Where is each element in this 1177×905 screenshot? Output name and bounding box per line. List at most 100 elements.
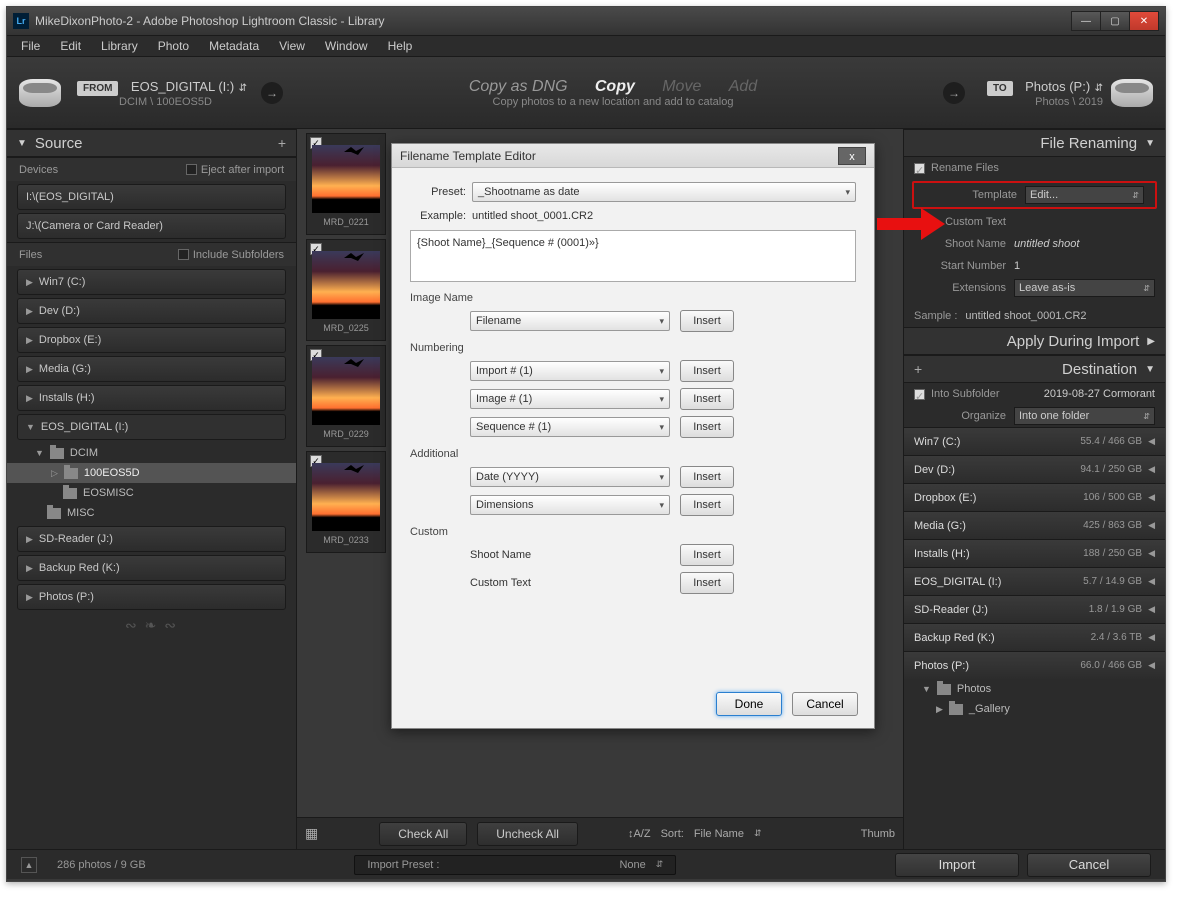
menu-window[interactable]: Window bbox=[315, 36, 378, 56]
maximize-button[interactable]: ▢ bbox=[1100, 11, 1130, 31]
dest-volume[interactable]: Backup Red (K:)2.4 / 3.6 TB◀ bbox=[904, 623, 1165, 651]
insert-button[interactable]: Insert bbox=[680, 388, 734, 410]
include-subfolders-checkbox[interactable] bbox=[178, 249, 189, 260]
vol-p[interactable]: ▶Photos (P:) bbox=[17, 584, 286, 610]
source-header[interactable]: ▼Source+ bbox=[7, 129, 296, 157]
uncheck-all-button[interactable]: Uncheck All bbox=[477, 822, 578, 846]
menu-photo[interactable]: Photo bbox=[148, 36, 199, 56]
additional-dimensions-dropdown[interactable]: Dimensions▾ bbox=[470, 495, 670, 515]
add-destination-icon[interactable]: + bbox=[914, 361, 922, 377]
done-button[interactable]: Done bbox=[716, 692, 782, 716]
dest-tree-gallery[interactable]: ▶_Gallery bbox=[904, 699, 1165, 719]
dialog-cancel-button[interactable]: Cancel bbox=[792, 692, 858, 716]
vol-eos-expanded[interactable]: ▼EOS_DIGITAL (I:) bbox=[17, 414, 286, 440]
shoot-name-field[interactable]: untitled shoot bbox=[1014, 238, 1155, 250]
dialog-close-button[interactable]: x bbox=[838, 147, 866, 165]
insert-button[interactable]: Insert bbox=[680, 494, 734, 516]
mode-move: Move bbox=[662, 78, 701, 96]
dest-volume[interactable]: Installs (H:)188 / 250 GB◀ bbox=[904, 539, 1165, 567]
menu-help[interactable]: Help bbox=[378, 36, 423, 56]
to-arrow-icon[interactable]: → bbox=[943, 82, 965, 104]
insert-button[interactable]: Insert bbox=[680, 310, 734, 332]
dest-volume[interactable]: Media (G:)425 / 863 GB◀ bbox=[904, 511, 1165, 539]
check-all-button[interactable]: Check All bbox=[379, 822, 467, 846]
menu-file[interactable]: File bbox=[11, 36, 50, 56]
menu-view[interactable]: View bbox=[269, 36, 315, 56]
numbering-import-dropdown[interactable]: Import # (1)▾ bbox=[470, 361, 670, 381]
vol-k[interactable]: ▶Backup Red (K:) bbox=[17, 555, 286, 581]
preset-dropdown[interactable]: _Shootname as date▾ bbox=[472, 182, 856, 202]
dest-volume[interactable]: EOS_DIGITAL (I:)5.7 / 14.9 GB◀ bbox=[904, 567, 1165, 595]
tree-dcim[interactable]: ▼DCIM bbox=[7, 443, 296, 463]
thumbnail-icon bbox=[312, 145, 380, 213]
thumb-cell[interactable]: ✓MRD_0221 bbox=[306, 133, 386, 235]
thumbnail-icon bbox=[312, 251, 380, 319]
insert-button[interactable]: Insert bbox=[680, 544, 734, 566]
menu-metadata[interactable]: Metadata bbox=[199, 36, 269, 56]
from-arrow-icon[interactable]: → bbox=[261, 82, 283, 104]
dest-volume[interactable]: Dev (D:)94.1 / 250 GB◀ bbox=[904, 455, 1165, 483]
annotation-arrow bbox=[877, 212, 947, 236]
tree-eosmisc[interactable]: EOSMISC bbox=[7, 483, 296, 503]
rename-files-checkbox[interactable]: ✓ bbox=[914, 163, 925, 174]
titlebar[interactable]: Lr MikeDixonPhoto-2 - Adobe Photoshop Li… bbox=[7, 7, 1165, 35]
to-path: Photos \ 2019 bbox=[979, 96, 1103, 108]
collapse-icon[interactable]: ▲ bbox=[21, 857, 37, 873]
destination-header[interactable]: +Destination▼ bbox=[904, 355, 1165, 383]
bottom-bar: ▲ 286 photos / 9 GB Import Preset : None… bbox=[7, 849, 1165, 879]
additional-date-dropdown[interactable]: Date (YYYY)▾ bbox=[470, 467, 670, 487]
to-title[interactable]: Photos (P:) bbox=[1025, 79, 1090, 94]
vol-c[interactable]: ▶Win7 (C:) bbox=[17, 269, 286, 295]
sample-output: untitled shoot_0001.CR2 bbox=[965, 310, 1086, 322]
imagename-dropdown[interactable]: Filename▾ bbox=[470, 311, 670, 331]
mode-copy-as-dng[interactable]: Copy as DNG bbox=[469, 78, 568, 96]
insert-button[interactable]: Insert bbox=[680, 360, 734, 382]
thumb-cell[interactable]: ✓MRD_0233 bbox=[306, 451, 386, 553]
dest-volume[interactable]: Photos (P:)66.0 / 466 GB◀ bbox=[904, 651, 1165, 679]
file-renaming-header[interactable]: File Renaming▼ bbox=[904, 129, 1165, 157]
add-source-icon[interactable]: + bbox=[278, 135, 286, 151]
mode-copy[interactable]: Copy bbox=[595, 78, 635, 96]
import-preset-value[interactable]: None bbox=[619, 859, 645, 871]
template-dropdown[interactable]: Edit...⇵ bbox=[1025, 186, 1144, 204]
to-badge: TO bbox=[987, 81, 1013, 96]
import-button[interactable]: Import bbox=[895, 853, 1019, 877]
sort-value[interactable]: File Name bbox=[694, 828, 744, 840]
extensions-dropdown[interactable]: Leave as-is⇵ bbox=[1014, 279, 1155, 297]
dest-volume[interactable]: Dropbox (E:)106 / 500 GB◀ bbox=[904, 483, 1165, 511]
dest-volume[interactable]: SD-Reader (J:)1.8 / 1.9 GB◀ bbox=[904, 595, 1165, 623]
apply-during-import-header[interactable]: Apply During Import▶ bbox=[904, 327, 1165, 355]
thumb-cell[interactable]: ✓MRD_0225 bbox=[306, 239, 386, 341]
vol-h[interactable]: ▶Installs (H:) bbox=[17, 385, 286, 411]
minimize-button[interactable]: — bbox=[1071, 11, 1101, 31]
close-button[interactable]: ✕ bbox=[1129, 11, 1159, 31]
from-title[interactable]: EOS_DIGITAL (I:) bbox=[131, 79, 234, 94]
numbering-image-dropdown[interactable]: Image # (1)▾ bbox=[470, 389, 670, 409]
eject-checkbox[interactable] bbox=[186, 164, 197, 175]
vol-d[interactable]: ▶Dev (D:) bbox=[17, 298, 286, 324]
vol-g[interactable]: ▶Media (G:) bbox=[17, 356, 286, 382]
numbering-sequence-dropdown[interactable]: Sequence # (1)▾ bbox=[470, 417, 670, 437]
device-eos[interactable]: I:\(EOS_DIGITAL) bbox=[17, 184, 286, 210]
template-textbox[interactable]: {Shoot Name}_{Sequence # (0001)»} bbox=[410, 230, 856, 282]
insert-button[interactable]: Insert bbox=[680, 572, 734, 594]
device-card-reader[interactable]: J:\(Camera or Card Reader) bbox=[17, 213, 286, 239]
menu-library[interactable]: Library bbox=[91, 36, 148, 56]
menu-edit[interactable]: Edit bbox=[50, 36, 91, 56]
organize-dropdown[interactable]: Into one folder⇵ bbox=[1014, 407, 1155, 425]
tree-100eos5d[interactable]: ▷100EOS5D bbox=[7, 463, 296, 483]
thumb-cell[interactable]: ✓MRD_0229 bbox=[306, 345, 386, 447]
into-subfolder-checkbox[interactable]: ✓ bbox=[914, 389, 925, 400]
vol-j[interactable]: ▶SD-Reader (J:) bbox=[17, 526, 286, 552]
start-number-field[interactable]: 1 bbox=[1014, 260, 1155, 272]
insert-button[interactable]: Insert bbox=[680, 466, 734, 488]
tree-misc[interactable]: MISC bbox=[7, 503, 296, 523]
vol-e[interactable]: ▶Dropbox (E:) bbox=[17, 327, 286, 353]
subfolder-name[interactable]: 2019-08-27 Cormorant bbox=[1044, 388, 1155, 400]
insert-button[interactable]: Insert bbox=[680, 416, 734, 438]
sort-toggle-icon[interactable]: ↕A/Z bbox=[628, 828, 651, 840]
cancel-button[interactable]: Cancel bbox=[1027, 853, 1151, 877]
dest-volume[interactable]: Win7 (C:)55.4 / 466 GB◀ bbox=[904, 427, 1165, 455]
dest-tree-photos[interactable]: ▼Photos bbox=[904, 679, 1165, 699]
grid-view-icon[interactable]: ▦ bbox=[305, 825, 319, 842]
